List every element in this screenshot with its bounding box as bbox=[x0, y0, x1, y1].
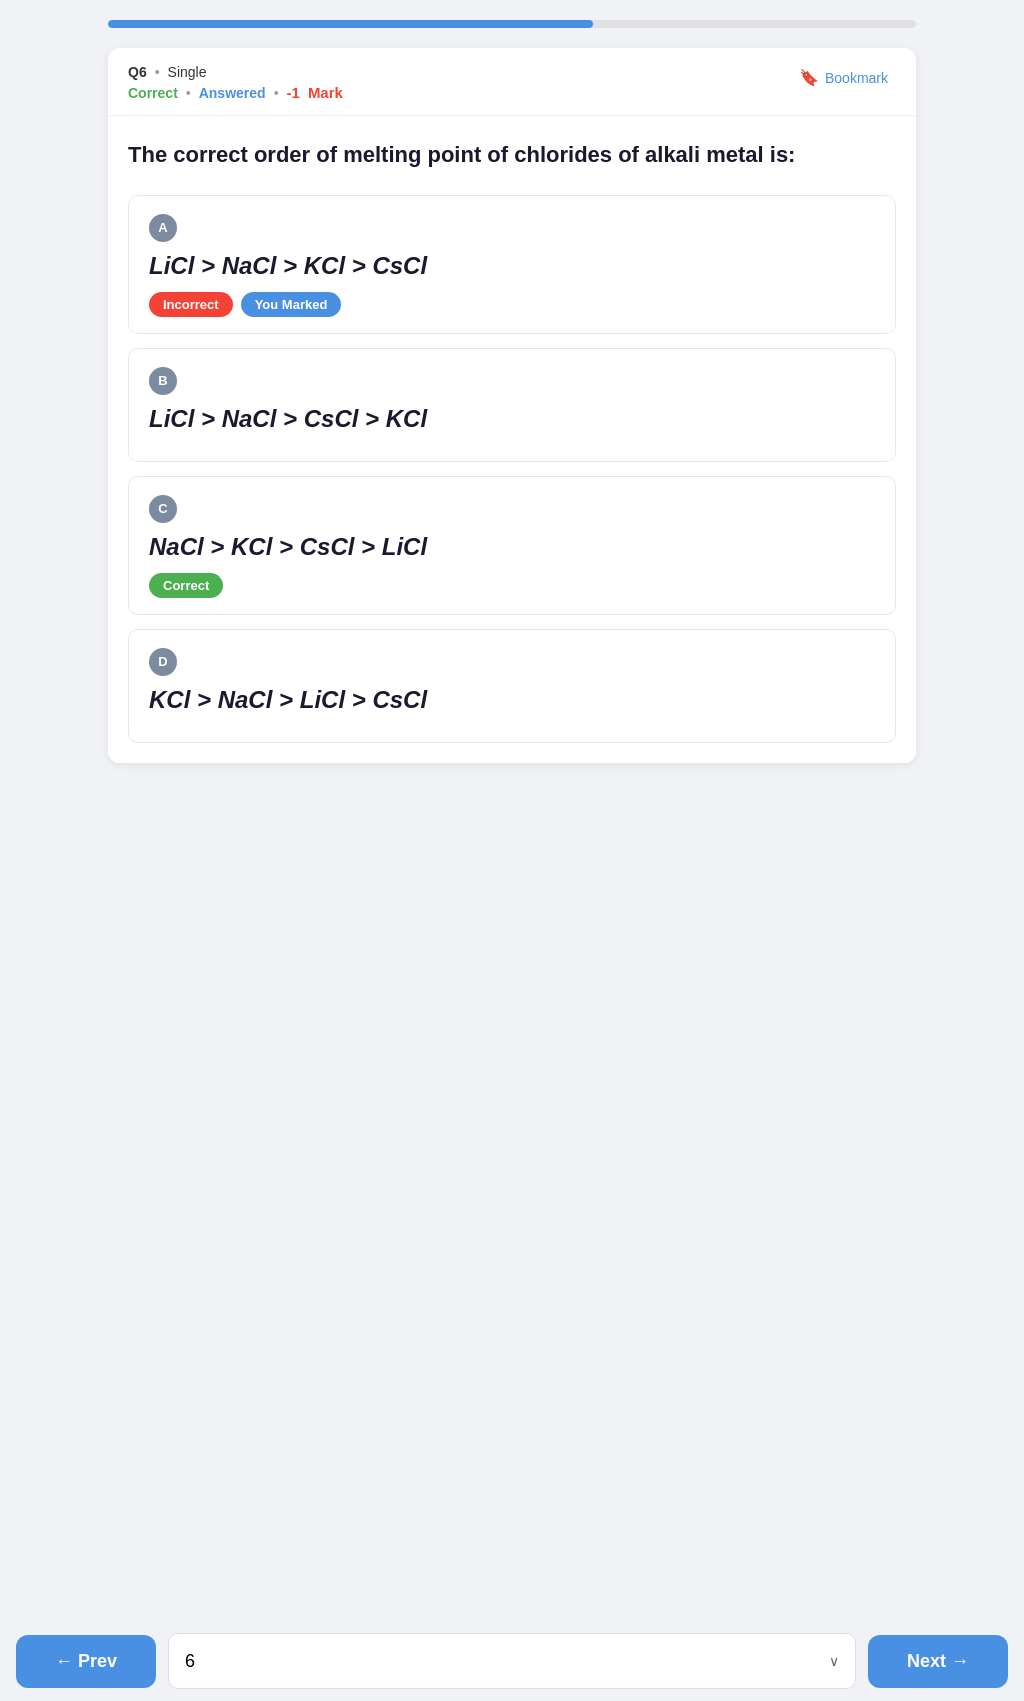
page-selector[interactable]: 6 1 2 3 4 5 7 8 9 10 ∨ bbox=[168, 1633, 856, 1689]
option-d-card[interactable]: D KCl > NaCl > LiCl > CsCl bbox=[128, 629, 896, 743]
question-meta: Q6 • Single Correct • Answered • -1 Mark bbox=[128, 64, 343, 101]
page-select[interactable]: 6 1 2 3 4 5 7 8 9 10 bbox=[185, 1634, 829, 1688]
dot1: • bbox=[155, 64, 160, 80]
options-container: A LiCl > NaCl > KCl > CsCl Incorrect You… bbox=[128, 195, 896, 743]
question-type: Single bbox=[168, 64, 207, 80]
option-a-label: A bbox=[149, 214, 177, 242]
bookmark-icon: 🔖 bbox=[799, 68, 819, 87]
progress-fill bbox=[108, 20, 593, 28]
prev-button[interactable]: ← Prev bbox=[16, 1635, 156, 1688]
option-a-formula: LiCl > NaCl > KCl > CsCl bbox=[149, 252, 875, 280]
dot2: • bbox=[186, 85, 191, 101]
option-d-label: D bbox=[149, 648, 177, 676]
option-c-formula: NaCl > KCl > CsCl > LiCl bbox=[149, 533, 875, 561]
option-b-card[interactable]: B LiCl > NaCl > CsCl > KCl bbox=[128, 348, 896, 462]
question-number: Q6 bbox=[128, 64, 147, 80]
question-card: Q6 • Single Correct • Answered • -1 Mark… bbox=[108, 48, 916, 763]
chevron-down-icon: ∨ bbox=[829, 1653, 839, 1669]
status-correct: Correct bbox=[128, 85, 178, 101]
question-meta-bottom: Correct • Answered • -1 Mark bbox=[128, 84, 343, 101]
mark-label: Mark bbox=[308, 84, 343, 101]
progress-bar bbox=[108, 20, 916, 28]
question-meta-top: Q6 • Single bbox=[128, 64, 343, 80]
question-body: The correct order of melting point of ch… bbox=[108, 116, 916, 763]
option-c-card[interactable]: C NaCl > KCl > CsCl > LiCl Correct bbox=[128, 476, 896, 615]
option-d-formula: KCl > NaCl > LiCl > CsCl bbox=[149, 686, 875, 714]
option-b-formula: LiCl > NaCl > CsCl > KCl bbox=[149, 405, 875, 433]
bottom-nav: ← Prev 6 1 2 3 4 5 7 8 9 10 ∨ Next → bbox=[0, 1621, 1024, 1701]
option-b-label: B bbox=[149, 367, 177, 395]
next-button[interactable]: Next → bbox=[868, 1635, 1008, 1688]
option-a-badges: Incorrect You Marked bbox=[149, 292, 875, 317]
option-c-label: C bbox=[149, 495, 177, 523]
question-header: Q6 • Single Correct • Answered • -1 Mark… bbox=[108, 48, 916, 116]
bookmark-label: Bookmark bbox=[825, 70, 888, 86]
badge-correct: Correct bbox=[149, 573, 223, 598]
option-c-badges: Correct bbox=[149, 573, 875, 598]
question-text: The correct order of melting point of ch… bbox=[128, 140, 896, 171]
status-answered: Answered bbox=[199, 85, 266, 101]
dot3: • bbox=[274, 85, 279, 101]
badge-you-marked: You Marked bbox=[241, 292, 342, 317]
badge-incorrect: Incorrect bbox=[149, 292, 233, 317]
bookmark-button[interactable]: 🔖 Bookmark bbox=[791, 64, 896, 91]
status-mark: -1 bbox=[287, 84, 300, 101]
option-a-card[interactable]: A LiCl > NaCl > KCl > CsCl Incorrect You… bbox=[128, 195, 896, 334]
